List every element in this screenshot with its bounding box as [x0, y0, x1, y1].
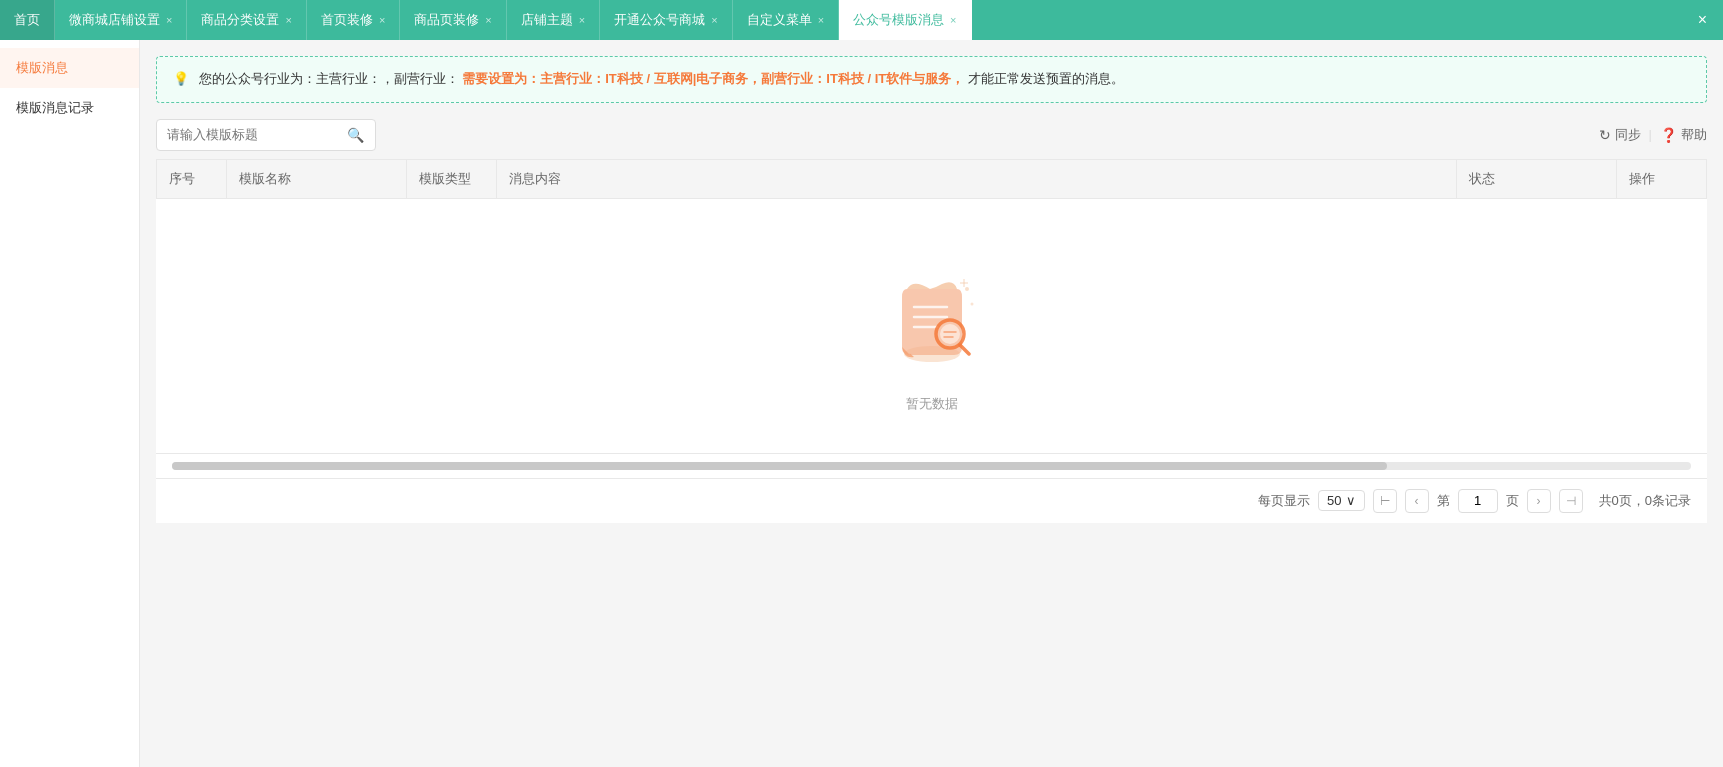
- col-header-status: 状态: [1457, 159, 1617, 198]
- toolbar-right: ↻ 同步 | ❓ 帮助: [1599, 126, 1707, 144]
- nav-tab-label: 公众号模版消息: [853, 11, 944, 29]
- nav-tab-shop-settings[interactable]: 微商城店铺设置 ×: [55, 0, 187, 40]
- page-label: 第: [1437, 492, 1450, 510]
- sidebar: 模版消息模版消息记录: [0, 40, 140, 767]
- col-header-name: 模版名称: [227, 159, 407, 198]
- empty-state: 暂无数据: [156, 199, 1707, 453]
- nav-tab-label: 自定义菜单: [747, 11, 812, 29]
- empty-illustration: [872, 259, 992, 379]
- help-label: 帮助: [1681, 126, 1707, 144]
- scroll-track[interactable]: [172, 462, 1691, 470]
- nav-tab-label: 首页装修: [321, 11, 373, 29]
- svg-point-10: [970, 302, 973, 305]
- col-header-index: 序号: [157, 159, 227, 198]
- sidebar-item-template-msg-log[interactable]: 模版消息记录: [0, 88, 139, 128]
- total-info: 共0页，0条记录: [1599, 492, 1691, 510]
- pagination: 每页显示 50 ∨ ⊢ ‹ 第 页 › ⊣ 共0页，0条记录: [156, 478, 1707, 523]
- page-unit: 页: [1506, 492, 1519, 510]
- global-close-button[interactable]: ×: [1682, 11, 1723, 29]
- nav-tab-label: 商品页装修: [414, 11, 479, 29]
- search-box[interactable]: 🔍: [156, 119, 376, 151]
- page-size-label: 每页显示: [1258, 492, 1310, 510]
- nav-tab-label: 首页: [14, 11, 40, 29]
- nav-tab-close[interactable]: ×: [711, 14, 717, 26]
- notice-box: 💡 您的公众号行业为：主营行业：，副营行业： 需要设置为：主营行业：IT科技 /…: [156, 56, 1707, 103]
- nav-tab-custom-menu[interactable]: 自定义菜单 ×: [733, 0, 839, 40]
- svg-point-5: [940, 324, 960, 344]
- search-icon[interactable]: 🔍: [347, 127, 364, 143]
- page-size-select[interactable]: 50 ∨: [1318, 490, 1364, 511]
- nav-tab-close[interactable]: ×: [379, 14, 385, 26]
- nav-tab-close[interactable]: ×: [579, 14, 585, 26]
- empty-text: 暂无数据: [906, 395, 958, 413]
- nav-tab-label: 店铺主题: [521, 11, 573, 29]
- nav-tab-home[interactable]: 首页: [0, 0, 55, 40]
- nav-tab-product-deco[interactable]: 商品页装修 ×: [400, 0, 506, 40]
- toolbar: 🔍 ↻ 同步 | ❓ 帮助: [156, 119, 1707, 151]
- empty-svg: [872, 259, 992, 379]
- page-size-dropdown-icon: ∨: [1346, 493, 1356, 508]
- data-table: 序号 模版名称 模版类型 消息内容 状态 操作: [156, 159, 1707, 199]
- nav-tab-homepage-deco[interactable]: 首页装修 ×: [307, 0, 400, 40]
- col-header-type: 模版类型: [407, 159, 497, 198]
- nav-tab-open-mall[interactable]: 开通公众号商城 ×: [600, 0, 732, 40]
- sidebar-item-template-msg[interactable]: 模版消息: [0, 48, 139, 88]
- notice-icon: 💡: [173, 71, 189, 86]
- nav-tab-label: 商品分类设置: [201, 11, 279, 29]
- nav-tab-template-msg[interactable]: 公众号模版消息 ×: [839, 0, 971, 40]
- scroll-thumb[interactable]: [172, 462, 1387, 470]
- scroll-track-container: [156, 453, 1707, 478]
- page-size-value: 50: [1327, 493, 1341, 508]
- notice-suffix: 才能正常发送预置的消息。: [968, 71, 1124, 86]
- last-page-button[interactable]: ⊣: [1559, 489, 1583, 513]
- nav-tab-label: 微商城店铺设置: [69, 11, 160, 29]
- nav-tab-close[interactable]: ×: [818, 14, 824, 26]
- first-page-button[interactable]: ⊢: [1373, 489, 1397, 513]
- notice-prefix: 您的公众号行业为：主营行业：，副营行业：: [199, 71, 459, 86]
- svg-point-9: [965, 287, 969, 291]
- content-area: 💡 您的公众号行业为：主营行业：，副营行业： 需要设置为：主营行业：IT科技 /…: [140, 40, 1723, 767]
- nav-tab-close[interactable]: ×: [485, 14, 491, 26]
- nav-tab-store-theme[interactable]: 店铺主题 ×: [507, 0, 600, 40]
- sync-button[interactable]: ↻ 同步: [1599, 126, 1641, 144]
- sync-icon: ↻: [1599, 127, 1611, 143]
- nav-tab-close[interactable]: ×: [950, 14, 956, 26]
- nav-tab-close[interactable]: ×: [166, 14, 172, 26]
- table-header-row: 序号 模版名称 模版类型 消息内容 状态 操作: [157, 159, 1707, 198]
- prev-page-button[interactable]: ‹: [1405, 489, 1429, 513]
- page-input[interactable]: [1458, 489, 1498, 513]
- help-icon: ❓: [1660, 127, 1677, 143]
- help-button[interactable]: ❓ 帮助: [1660, 126, 1707, 144]
- col-header-content: 消息内容: [497, 159, 1457, 198]
- search-input[interactable]: [167, 127, 347, 142]
- divider: |: [1649, 127, 1652, 142]
- nav-tab-label: 开通公众号商城: [614, 11, 705, 29]
- main-layout: 模版消息模版消息记录 💡 您的公众号行业为：主营行业：，副营行业： 需要设置为：…: [0, 40, 1723, 767]
- sync-label: 同步: [1615, 126, 1641, 144]
- next-page-button[interactable]: ›: [1527, 489, 1551, 513]
- notice-highlight: 需要设置为：主营行业：IT科技 / 互联网|电子商务，副营行业：IT科技 / I…: [462, 71, 964, 86]
- nav-tab-category-settings[interactable]: 商品分类设置 ×: [187, 0, 306, 40]
- col-header-action: 操作: [1617, 159, 1707, 198]
- nav-tab-close[interactable]: ×: [285, 14, 291, 26]
- top-nav: 首页微商城店铺设置×商品分类设置×首页装修×商品页装修×店铺主题×开通公众号商城…: [0, 0, 1723, 40]
